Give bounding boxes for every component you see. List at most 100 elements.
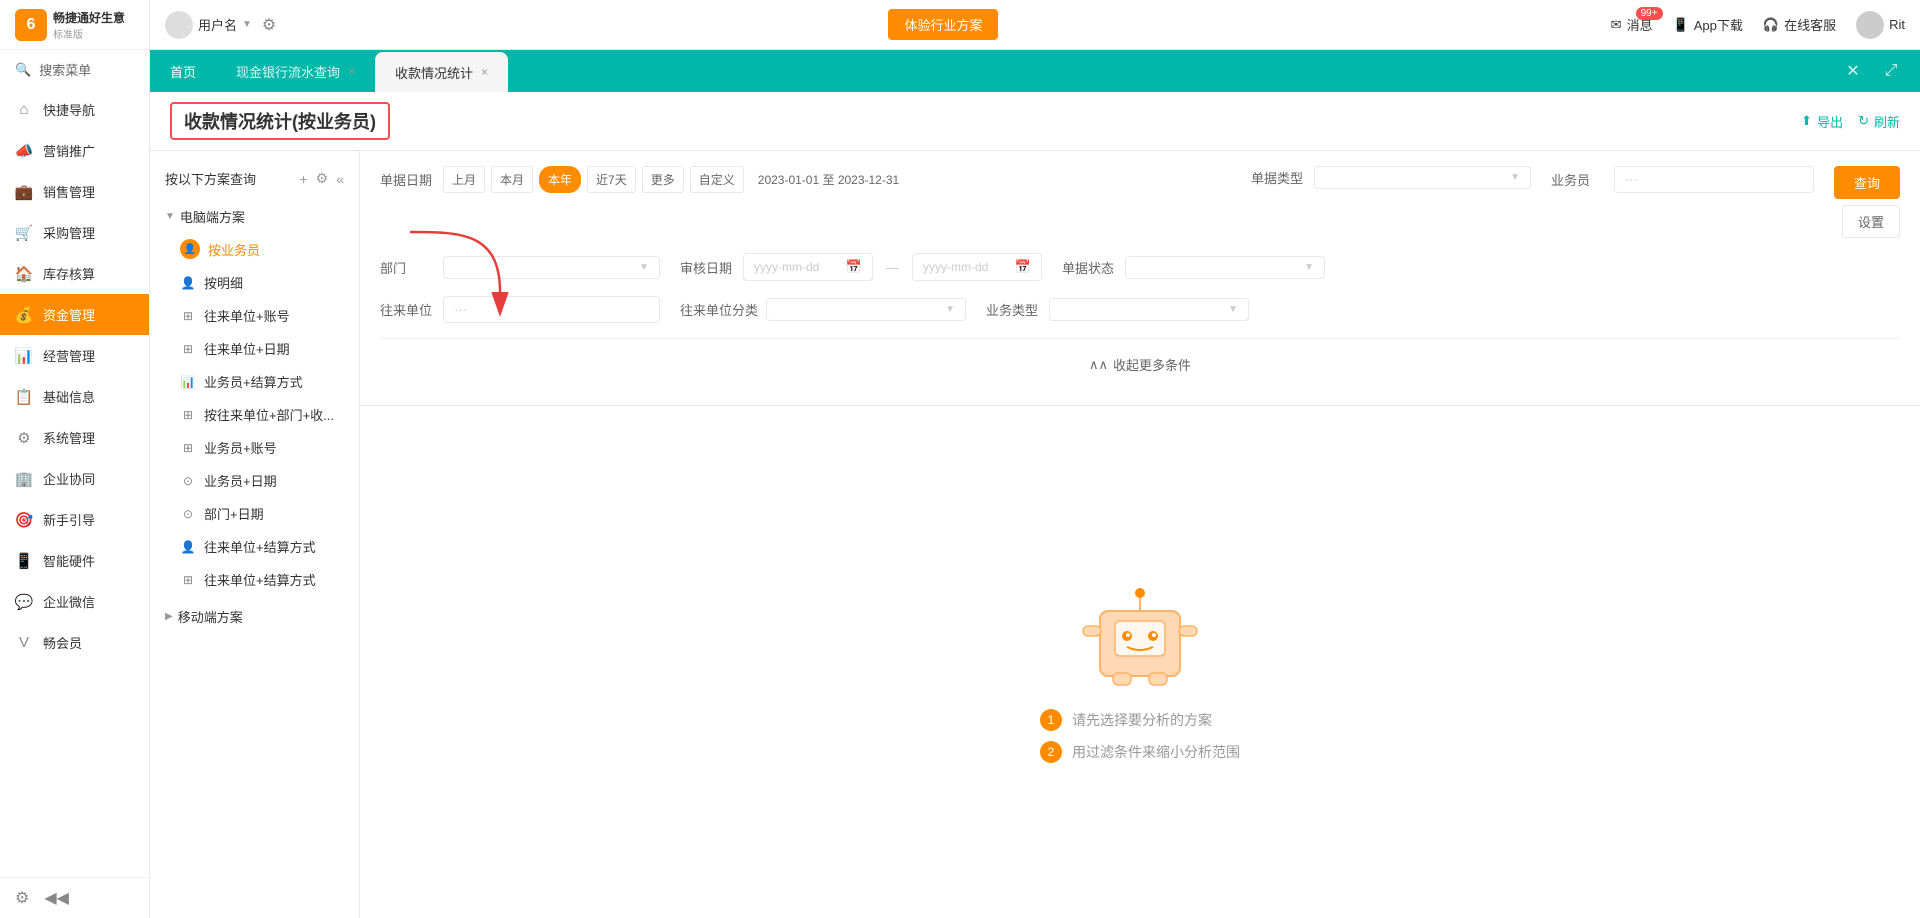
filter-dept-item: 部门 ▼ — [380, 256, 660, 279]
online-service-button[interactable]: 🎧 在线客服 — [1763, 15, 1836, 34]
scheme-item-unit-date[interactable]: ⊞ 往来单位+日期 — [150, 332, 359, 365]
guide-icon: 🎯 — [15, 511, 33, 529]
date-range-text: 2023-01-01 至 2023-12-31 — [758, 171, 899, 188]
user-selector[interactable]: 用户名 ▼ — [165, 11, 252, 39]
user-right-area[interactable]: Rit — [1856, 11, 1905, 39]
scheme-item-unit-dept[interactable]: ⊞ 按往来单位+部门+收... — [150, 398, 359, 431]
chart-icon: 📊 — [180, 374, 196, 390]
trial-button[interactable]: 体验行业方案 — [888, 9, 998, 40]
review-date-start[interactable]: yyyy-mm-dd 📅 — [743, 253, 873, 281]
sidebar-item-guide[interactable]: 🎯 新手引导 — [0, 499, 149, 540]
review-date-end[interactable]: yyyy-mm-dd 📅 — [912, 253, 1042, 281]
date-btn-7days[interactable]: 近7天 — [587, 166, 636, 193]
tabbar: 首页 现金银行流水查询 × 收款情况统计 × ✕ ⤢ — [150, 50, 1920, 92]
service-label: 在线客服 — [1784, 15, 1836, 34]
tab-bank-flow[interactable]: 现金银行流水查询 × — [216, 50, 375, 92]
mobile-group-header[interactable]: ▶ 移动端方案 — [150, 601, 359, 632]
refresh-button[interactable]: ↻ 刷新 — [1858, 112, 1900, 131]
sidebar-item-quick-nav[interactable]: ⌂ 快捷导航 — [0, 89, 149, 130]
collapse-sidebar-icon[interactable]: ◀◀ — [44, 888, 69, 908]
system-icon: ⚙ — [15, 429, 33, 447]
counterpart-cat-select[interactable]: ▼ — [766, 298, 966, 321]
scheme-item-salesperson-date[interactable]: ⊙ 业务员+日期 — [150, 464, 359, 497]
user-name: 用户名 — [198, 15, 237, 34]
message-icon: ✉ — [1611, 17, 1622, 33]
collapse-filter-btn[interactable]: ∧∧ 收起更多条件 — [1069, 347, 1211, 382]
info-icon: 📋 — [15, 388, 33, 406]
biz-type-arrow: ▼ — [1228, 304, 1238, 315]
tab-close-window-btn[interactable]: ✕ — [1839, 57, 1867, 85]
sidebar-item-hardware[interactable]: 📱 智能硬件 — [0, 540, 149, 581]
topbar-settings-icon[interactable]: ⚙ — [262, 15, 276, 35]
counterpart-select[interactable]: ··· — [443, 296, 660, 323]
scheme-item-unit-settle1[interactable]: 👤 往来单位+结算方式 — [150, 530, 359, 563]
sidebar-item-inventory[interactable]: 🏠 库存核算 — [0, 253, 149, 294]
date-btn-last-month[interactable]: 上月 — [443, 166, 485, 193]
tabbar-right: ✕ ⤢ — [1839, 57, 1920, 85]
scheme-settings-btn[interactable]: ⚙ — [316, 170, 329, 187]
scheme-item-detail[interactable]: 👤 按明细 — [150, 266, 359, 299]
query-button[interactable]: 查询 — [1834, 166, 1900, 199]
scheme-item-salesperson-settle[interactable]: 📊 业务员+结算方式 — [150, 365, 359, 398]
message-button[interactable]: ✉ 消息 99+ — [1611, 15, 1653, 34]
filter-doc-type-item: 单据类型 ▼ — [1251, 166, 1531, 189]
empty-illustration — [1075, 561, 1205, 694]
settings-footer-icon[interactable]: ⚙ — [15, 888, 29, 908]
collapse-icon: ∧∧ — [1089, 357, 1108, 373]
biz-type-label: 业务类型 — [986, 300, 1041, 319]
sidebar-item-label: 销售管理 — [43, 182, 95, 201]
scheme-item-salesperson-account[interactable]: ⊞ 业务员+账号 — [150, 431, 359, 464]
date-btn-this-year[interactable]: 本年 — [539, 166, 581, 193]
scheme-item-unit-account[interactable]: ⊞ 往来单位+账号 — [150, 299, 359, 332]
sidebar-item-operation[interactable]: 📊 经营管理 — [0, 335, 149, 376]
scheme-item-label: 部门+日期 — [204, 504, 264, 523]
collapse-panel-btn[interactable]: « — [336, 171, 344, 187]
sidebar-item-member[interactable]: V 畅会员 — [0, 622, 149, 663]
scheme-item-dept-date[interactable]: ⊙ 部门+日期 — [150, 497, 359, 530]
sidebar-item-marketing[interactable]: 📣 营销推广 — [0, 130, 149, 171]
purchase-icon: 🛒 — [15, 224, 33, 242]
tab-collection-stats[interactable]: 收款情况统计 × — [375, 52, 508, 92]
enterprise-icon: 🏢 — [15, 470, 33, 488]
tab-bank-flow-close[interactable]: × — [348, 64, 355, 78]
scheme-item-label: 往来单位+结算方式 — [204, 537, 316, 556]
date-separator: — — [886, 260, 899, 275]
scheme-item-salesperson[interactable]: 👤 按业务员 — [150, 232, 359, 266]
date-btn-more[interactable]: 更多 — [642, 166, 684, 193]
export-label: 导出 — [1817, 112, 1843, 131]
empty-steps: 1 请先选择要分析的方案 2 用过滤条件来缩小分析范围 — [1040, 709, 1240, 763]
tab-home[interactable]: 首页 — [150, 50, 216, 92]
content-area: 收款情况统计(按业务员) ⬆ 导出 ↻ 刷新 按以下方案查询 — [150, 92, 1920, 918]
export-button[interactable]: ⬆ 导出 — [1801, 112, 1843, 131]
sidebar-item-enterprise[interactable]: 🏢 企业协同 — [0, 458, 149, 499]
date-btn-custom[interactable]: 自定义 — [690, 166, 744, 193]
sidebar-item-finance[interactable]: 💰 资金管理 — [0, 294, 149, 335]
doc-type-select[interactable]: ▼ — [1314, 166, 1531, 189]
biz-type-select[interactable]: ▼ — [1049, 298, 1249, 321]
sidebar-item-sales[interactable]: 💼 销售管理 — [0, 171, 149, 212]
sidebar-nav: ⌂ 快捷导航 📣 营销推广 💼 销售管理 🛒 采购管理 🏠 库存核算 💰 资金管… — [0, 89, 149, 877]
app-download-button[interactable]: 📱 App下载 — [1673, 15, 1743, 34]
sidebar-item-purchase[interactable]: 🛒 采购管理 — [0, 212, 149, 253]
table-icon4: ⊞ — [180, 440, 196, 456]
desktop-group-header[interactable]: ▼ 电脑端方案 — [150, 201, 359, 232]
dept-arrow: ▼ — [639, 262, 649, 273]
salesperson-select[interactable]: ··· — [1614, 166, 1814, 193]
tab-collection-stats-close[interactable]: × — [481, 65, 488, 79]
scheme-item-label: 业务员+日期 — [204, 471, 277, 490]
counterpart-placeholder: ··· — [454, 302, 649, 317]
dept-select[interactable]: ▼ — [443, 256, 660, 279]
sidebar-item-basic-info[interactable]: 📋 基础信息 — [0, 376, 149, 417]
scheme-item-label: 按往来单位+部门+收... — [204, 405, 334, 424]
filter-settings-button[interactable]: 设置 — [1842, 205, 1900, 238]
date-btn-this-month[interactable]: 本月 — [491, 166, 533, 193]
filter-date-item: 单据日期 上月 本月 本年 近7天 更多 自定义 2023-01-01 至 20… — [380, 166, 899, 193]
add-scheme-btn[interactable]: + — [299, 171, 307, 187]
doc-status-select[interactable]: ▼ — [1125, 256, 1325, 279]
tab-maximize-btn[interactable]: ⤢ — [1877, 57, 1905, 85]
sidebar-item-system[interactable]: ⚙ 系统管理 — [0, 417, 149, 458]
sidebar-item-wechat[interactable]: 💬 企业微信 — [0, 581, 149, 622]
scheme-item-unit-settle2[interactable]: ⊞ 往来单位+结算方式 — [150, 563, 359, 596]
main-area: 用户名 ▼ ⚙ 体验行业方案 ✉ 消息 99+ 📱 App下载 🎧 在线客服 R… — [150, 0, 1920, 918]
search-menu-item[interactable]: 🔍 搜索菜单 — [0, 50, 149, 89]
